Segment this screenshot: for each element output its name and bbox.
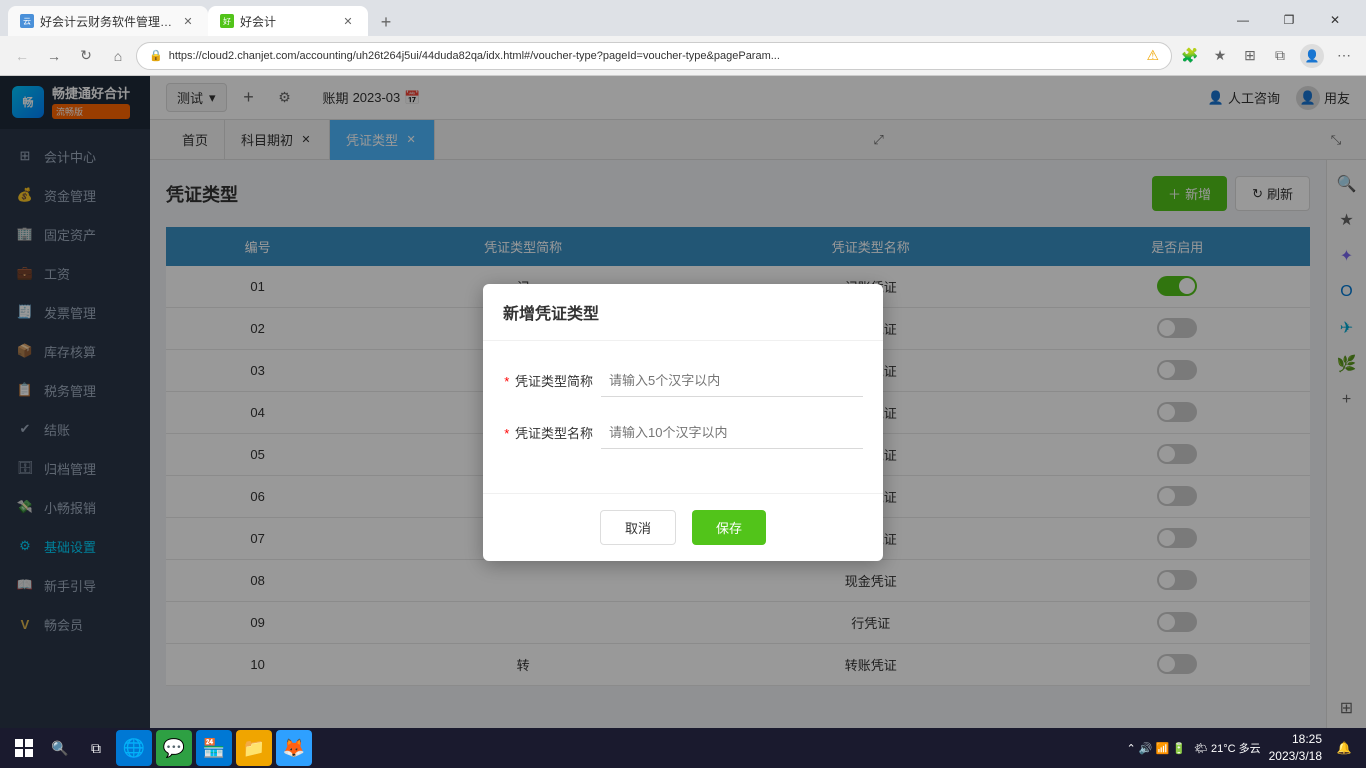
split-icon[interactable]: ⧉ [1266,42,1294,70]
reload-button[interactable]: ↻ [72,42,100,70]
modal-overlay[interactable]: 新增凭证类型 * 凭证类型简称 * 凭证类型名称 取消 保存 [0,76,1366,768]
cancel-button[interactable]: 取消 [600,510,676,545]
url-text: https://cloud2.chanjet.com/accounting/uh… [169,50,1141,62]
start-button[interactable] [8,732,40,764]
lock-icon: 🔒 [149,49,163,62]
extensions-icon[interactable]: 🧩 [1176,42,1204,70]
files-app-taskbar[interactable]: 📁 [236,730,272,766]
forward-button[interactable]: → [40,42,68,70]
system-tray: ⌃ 🔊 📶 🔋 🌤 21°C 多云 18:25 2023/3/18 🔔 [1126,731,1358,765]
tab2-close[interactable]: ✕ [340,13,356,29]
form-row-abbr: * 凭证类型简称 [503,365,863,397]
required-star-2: * [504,426,509,441]
close-button[interactable]: ✕ [1312,4,1358,36]
clock-time: 18:25 [1269,731,1322,748]
name-input[interactable] [601,417,863,449]
store-app-taskbar[interactable]: 🏪 [196,730,232,766]
notification-button[interactable]: 🔔 [1330,734,1358,762]
home-button[interactable]: ⌂ [104,42,132,70]
abbr-label-text: 凭证类型简称 [515,374,593,389]
save-button[interactable]: 保存 [692,510,766,545]
minimize-button[interactable]: — [1220,4,1266,36]
clock-date: 2023/3/18 [1269,748,1322,765]
weather-text: 21°C 多云 [1211,743,1261,755]
profile-icon[interactable]: 👤 [1300,44,1324,68]
tab1-favicon: 云 [20,14,34,28]
modal-title: 新增凭证类型 [483,284,883,341]
chat-app-taskbar[interactable]: 💬 [156,730,192,766]
weather-icon: 🌤 [1194,743,1208,755]
tray-icons[interactable]: ⌃ 🔊 📶 🔋 [1126,742,1185,755]
edge-browser-taskbar[interactable]: 🌐 [116,730,152,766]
modal-body: * 凭证类型简称 * 凭证类型名称 [483,341,883,493]
more-icon[interactable]: ⋯ [1330,42,1358,70]
abbr-input[interactable] [601,365,863,397]
search-taskbar-button[interactable]: 🔍 [44,732,76,764]
tab2-favicon: 好 [220,14,234,28]
clock[interactable]: 18:25 2023/3/18 [1269,731,1322,765]
tab2-title: 好会计 [240,13,334,30]
tab1-close[interactable]: ✕ [180,13,196,29]
browser-tab-1[interactable]: 云 好会计云财务软件管理系统_会计 ✕ [8,6,208,36]
task-view-button[interactable]: ⧉ [80,732,112,764]
collections-icon[interactable]: ⊞ [1236,42,1264,70]
favorites-icon[interactable]: ★ [1206,42,1234,70]
required-star: * [504,374,509,389]
taskbar: 🔍 ⧉ 🌐 💬 🏪 📁 🦊 ⌃ 🔊 📶 🔋 🌤 21°C 多云 18:25 20… [0,728,1366,768]
back-button[interactable]: ← [8,42,36,70]
tab1-title: 好会计云财务软件管理系统_会计 [40,13,174,30]
weather-info: 🌤 21°C 多云 [1194,740,1261,756]
new-voucher-modal: 新增凭证类型 * 凭证类型简称 * 凭证类型名称 取消 保存 [483,284,883,561]
name-label-text: 凭证类型名称 [515,426,593,441]
browser-app-taskbar[interactable]: 🦊 [276,730,312,766]
form-row-name: * 凭证类型名称 [503,417,863,449]
star-icon[interactable]: ⚠ [1146,47,1159,64]
new-tab-button[interactable]: + [372,8,400,36]
name-label: * 凭证类型名称 [503,423,593,442]
modal-footer: 取消 保存 [483,493,883,561]
abbr-label: * 凭证类型简称 [503,371,593,390]
browser-tab-2[interactable]: 好 好会计 ✕ [208,6,368,36]
address-bar[interactable]: 🔒 https://cloud2.chanjet.com/accounting/… [136,42,1172,70]
maximize-button[interactable]: ❐ [1266,4,1312,36]
